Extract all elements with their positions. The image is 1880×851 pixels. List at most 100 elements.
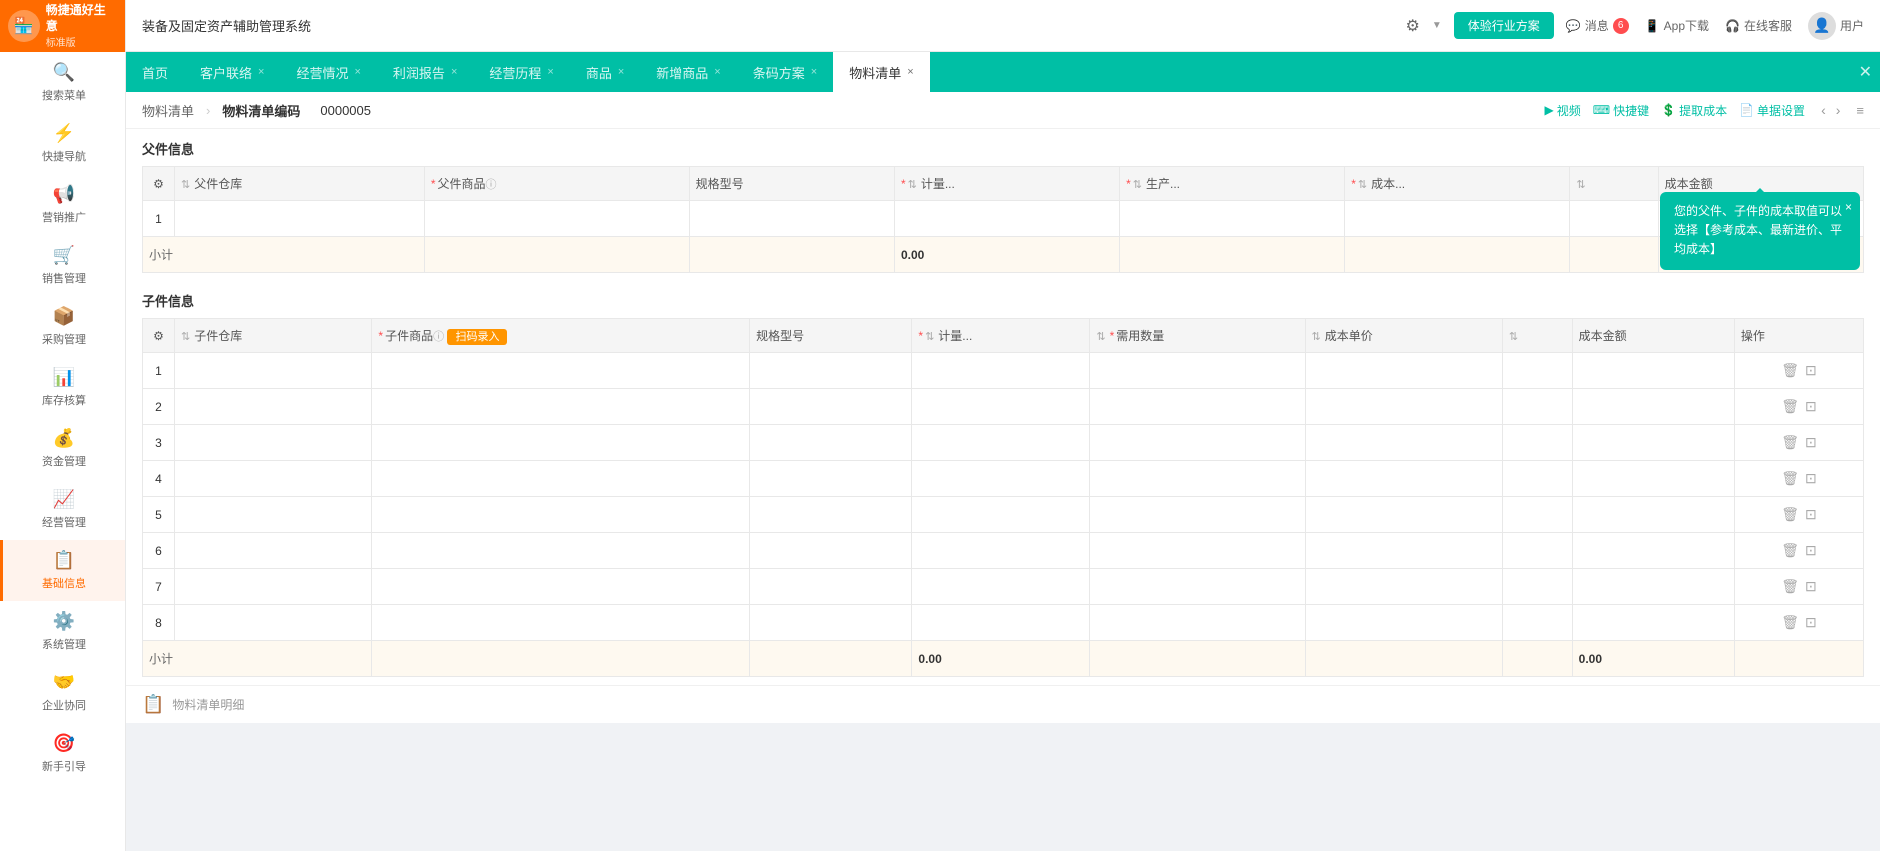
child-row1-warehouse[interactable] — [175, 353, 372, 389]
tab-new-goods[interactable]: 新增商品 × — [640, 52, 736, 92]
child-row3-qty[interactable] — [1090, 425, 1305, 461]
child-row2-unit[interactable] — [912, 389, 1090, 425]
child-row2-goods[interactable] — [372, 389, 750, 425]
delete-icon[interactable]: 🗑 — [1781, 506, 1799, 523]
parent-row1-production[interactable] — [1120, 201, 1345, 237]
view-video-btn[interactable]: ▶ 视频 — [1545, 102, 1581, 119]
child-row2-qty[interactable] — [1090, 389, 1305, 425]
child-row7-unit[interactable] — [912, 569, 1090, 605]
child-row6-unit-price[interactable] — [1305, 533, 1502, 569]
child-row1-goods[interactable] — [372, 353, 750, 389]
copy-icon[interactable]: ⊡ — [1805, 362, 1817, 379]
child-row5-qty[interactable] — [1090, 497, 1305, 533]
child-row7-qty[interactable] — [1090, 569, 1305, 605]
delete-icon[interactable]: 🗑 — [1781, 578, 1799, 595]
copy-icon[interactable]: ⊡ — [1805, 398, 1817, 415]
child-row8-unit[interactable] — [912, 605, 1090, 641]
sidebar-item-finance[interactable]: 💰 资金管理 — [0, 418, 125, 479]
child-row3-warehouse[interactable] — [175, 425, 372, 461]
child-row7-warehouse[interactable] — [175, 569, 372, 605]
child-row1-qty[interactable] — [1090, 353, 1305, 389]
child-row5-spec[interactable] — [750, 497, 912, 533]
parent-row1-spec[interactable] — [689, 201, 894, 237]
tab-bom-close[interactable]: × — [907, 66, 913, 78]
child-row5-unit[interactable] — [912, 497, 1090, 533]
child-row6-qty[interactable] — [1090, 533, 1305, 569]
sidebar-item-operations[interactable]: 📈 经营管理 — [0, 479, 125, 540]
child-row7-unit-price[interactable] — [1305, 569, 1502, 605]
child-row2-spec[interactable] — [750, 389, 912, 425]
child-row6-warehouse[interactable] — [175, 533, 372, 569]
sidebar-item-guide[interactable]: 🎯 新手引导 — [0, 723, 125, 784]
child-row3-unit-price[interactable] — [1305, 425, 1502, 461]
child-row8-warehouse[interactable] — [175, 605, 372, 641]
delete-icon[interactable]: 🗑 — [1781, 542, 1799, 559]
menu-icon[interactable]: ≡ — [1856, 103, 1864, 118]
system-dropdown-arrow[interactable]: ▼ — [1432, 20, 1442, 31]
child-row3-unit[interactable] — [912, 425, 1090, 461]
tab-history-close[interactable]: × — [547, 66, 553, 78]
breadcrumb-bom[interactable]: 物料清单 — [142, 101, 194, 120]
child-row1-spec[interactable] — [750, 353, 912, 389]
message-btn[interactable]: 💬 消息 6 — [1566, 17, 1629, 34]
copy-icon[interactable]: ⊡ — [1805, 506, 1817, 523]
tab-customer-close[interactable]: × — [258, 66, 264, 78]
online-service-btn[interactable]: 🎧 在线客服 — [1725, 17, 1792, 34]
child-row1-unit[interactable] — [912, 353, 1090, 389]
child-row6-spec[interactable] — [750, 533, 912, 569]
sidebar-item-purchase[interactable]: 📦 采购管理 — [0, 296, 125, 357]
parent-goods-help-icon[interactable]: ⓘ — [486, 179, 497, 191]
sidebar-item-quick-nav[interactable]: ⚡ 快捷导航 — [0, 113, 125, 174]
copy-icon[interactable]: ⊡ — [1805, 578, 1817, 595]
sidebar-item-collab[interactable]: 🤝 企业协同 — [0, 662, 125, 723]
child-row3-spec[interactable] — [750, 425, 912, 461]
child-gear-icon[interactable]: ⚙ — [153, 329, 164, 343]
delete-icon[interactable]: 🗑 — [1781, 362, 1799, 379]
tab-operations[interactable]: 经营情况 × — [280, 52, 376, 92]
delete-icon[interactable]: 🗑 — [1781, 470, 1799, 487]
child-row4-goods[interactable] — [372, 461, 750, 497]
child-row2-warehouse[interactable] — [175, 389, 372, 425]
delete-icon[interactable]: 🗑 — [1781, 434, 1799, 451]
child-row4-qty[interactable] — [1090, 461, 1305, 497]
sidebar-item-basic-info[interactable]: 📋 基础信息 — [0, 540, 125, 601]
child-row4-spec[interactable] — [750, 461, 912, 497]
gear-settings-icon[interactable]: ⚙ — [153, 177, 164, 191]
trial-button[interactable]: 体验行业方案 — [1454, 12, 1554, 39]
child-row2-unit-price[interactable] — [1305, 389, 1502, 425]
sidebar-item-search[interactable]: 🔍 搜索菜单 — [0, 52, 125, 113]
tab-profit[interactable]: 利润报告 × — [377, 52, 473, 92]
child-goods-help-icon[interactable]: ⓘ — [433, 331, 444, 343]
parent-row1-unit[interactable] — [894, 201, 1119, 237]
tab-history[interactable]: 经营历程 × — [473, 52, 569, 92]
parent-row1-goods[interactable] — [424, 201, 689, 237]
child-row7-goods[interactable] — [372, 569, 750, 605]
sidebar-item-marketing[interactable]: 📢 营销推广 — [0, 174, 125, 235]
child-row6-goods[interactable] — [372, 533, 750, 569]
copy-icon[interactable]: ⊡ — [1805, 542, 1817, 559]
tab-new-goods-close[interactable]: × — [714, 66, 720, 78]
app-download-btn[interactable]: 📱 App下载 — [1645, 17, 1709, 34]
child-row4-warehouse[interactable] — [175, 461, 372, 497]
tab-profit-close[interactable]: × — [451, 66, 457, 78]
tab-home[interactable]: 首页 — [126, 52, 184, 92]
tab-barcode[interactable]: 条码方案 × — [737, 52, 833, 92]
child-row8-goods[interactable] — [372, 605, 750, 641]
copy-icon[interactable]: ⊡ — [1805, 434, 1817, 451]
sidebar-item-system[interactable]: ⚙️ 系统管理 — [0, 601, 125, 662]
delete-icon[interactable]: 🗑 — [1781, 614, 1799, 631]
tab-operations-close[interactable]: × — [354, 66, 360, 78]
child-row5-unit-price[interactable] — [1305, 497, 1502, 533]
copy-icon[interactable]: ⊡ — [1805, 614, 1817, 631]
child-row5-goods[interactable] — [372, 497, 750, 533]
tab-goods[interactable]: 商品 × — [570, 52, 640, 92]
delete-icon[interactable]: 🗑 — [1781, 398, 1799, 415]
child-row1-unit-price[interactable] — [1305, 353, 1502, 389]
single-setting-btn[interactable]: 📄 单据设置 — [1739, 102, 1805, 119]
settings-icon[interactable]: ⚙ — [1405, 16, 1419, 36]
parent-row1-warehouse[interactable] — [175, 201, 425, 237]
tab-customer[interactable]: 客户联络 × — [184, 52, 280, 92]
nav-prev[interactable]: ‹ — [1817, 100, 1830, 120]
sidebar-item-inventory[interactable]: 📊 库存核算 — [0, 357, 125, 418]
child-row6-unit[interactable] — [912, 533, 1090, 569]
